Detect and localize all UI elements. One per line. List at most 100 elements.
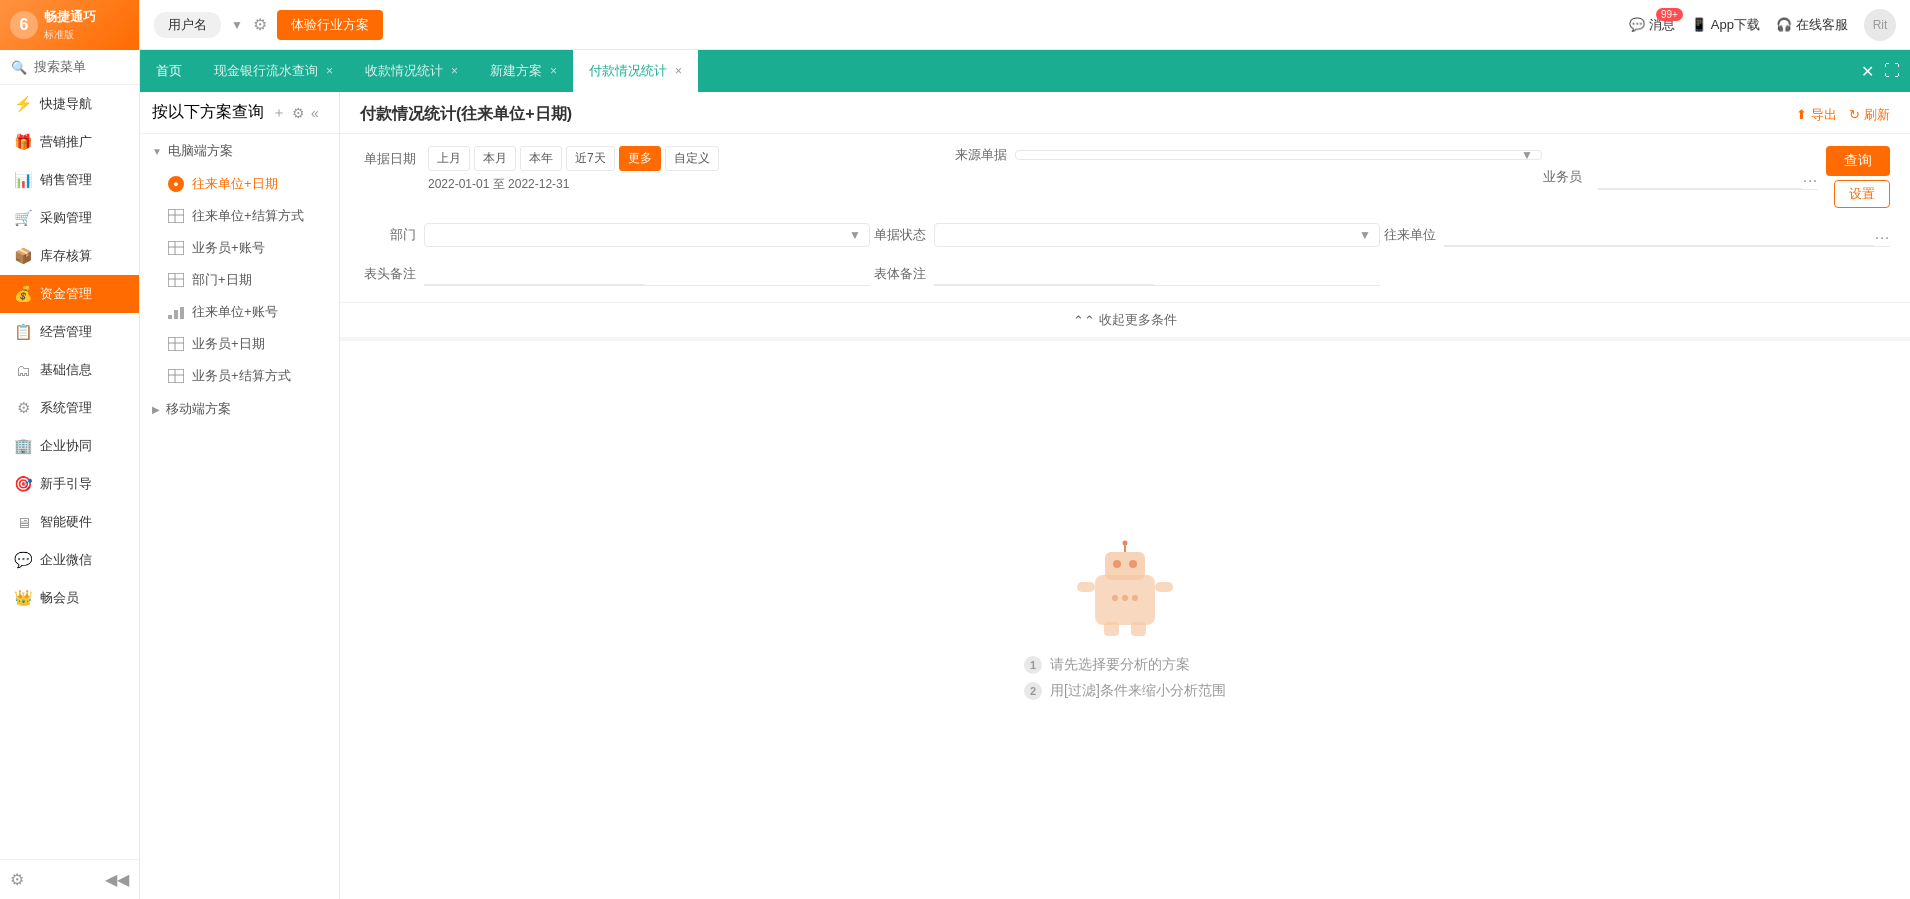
scheme-item-staff-settle[interactable]: 业务员+结算方式	[140, 360, 339, 392]
dept-select-arrow: ▼	[849, 228, 861, 242]
tab-close-new-scheme[interactable]: ×	[550, 64, 557, 78]
desktop-group-arrow: ▼	[152, 146, 162, 157]
topbar-dropdown-arrow[interactable]: ▼	[231, 18, 243, 32]
sidebar-item-sales[interactable]: 📊 销售管理	[0, 161, 139, 199]
scheme-item-partner-settle[interactable]: 往来单位+结算方式	[140, 200, 339, 232]
scheme-item-partner-account[interactable]: 往来单位+账号	[140, 296, 339, 328]
svg-rect-3	[168, 241, 184, 255]
left-panel-title: 按以下方案查询	[152, 102, 264, 123]
tab-close-payment-stats[interactable]: ×	[675, 64, 682, 78]
sidebar-item-hardware[interactable]: 🖥 智能硬件	[0, 503, 139, 541]
tab-payment-stats[interactable]: 付款情况统计 ×	[573, 50, 698, 92]
mobile-scheme-group-header[interactable]: ▶ 移动端方案	[140, 392, 339, 426]
query-area: 查询 设置	[1826, 146, 1890, 208]
export-label: 导出	[1811, 106, 1837, 124]
tab-cash-flow[interactable]: 现金银行流水查询 ×	[198, 50, 349, 92]
query-btn[interactable]: 查询	[1826, 146, 1890, 176]
scheme-item-partner-date[interactable]: ● 往来单位+日期	[140, 168, 339, 200]
partner-more-icon[interactable]: …	[1874, 225, 1890, 243]
svg-rect-19	[1105, 552, 1145, 580]
scheme-item-staff-date[interactable]: 业务员+日期	[140, 328, 339, 360]
header-note-label: 表头备注	[360, 265, 416, 283]
sidebar-item-label: 资金管理	[40, 285, 92, 303]
header-note-input-wrap	[424, 261, 870, 286]
left-panel-header: 按以下方案查询 ＋ ⚙ «	[140, 92, 339, 134]
trial-btn[interactable]: 体验行业方案	[277, 10, 383, 40]
settings-btn[interactable]: 设置	[1834, 180, 1890, 208]
topbar-avatar[interactable]: Rit	[1864, 9, 1896, 41]
topbar-message[interactable]: 💬 消息 99+	[1629, 16, 1675, 34]
dept-select-wrap: ▼	[424, 223, 870, 247]
collapse-left-panel-btn[interactable]: «	[311, 105, 319, 121]
tabs-close-icon[interactable]: ✕	[1861, 62, 1874, 81]
settings-scheme-btn[interactable]: ⚙	[292, 105, 305, 121]
collapse-more-btn[interactable]: ⌃⌃ 收起更多条件	[340, 302, 1910, 337]
desktop-scheme-group: ▼ 电脑端方案 ● 往来单位+日期 往来单位+结算方式	[140, 134, 339, 392]
sidebar-item-system[interactable]: ⚙ 系统管理	[0, 389, 139, 427]
topbar-user[interactable]: 用户名	[154, 12, 221, 38]
date-btn-7days[interactable]: 近7天	[566, 146, 615, 171]
refresh-btn[interactable]: ↻ 刷新	[1849, 106, 1890, 124]
svg-rect-0	[168, 209, 184, 223]
collapse-sidebar-icon[interactable]: ◀◀	[105, 870, 129, 889]
topbar-settings-icon[interactable]: ⚙	[253, 15, 267, 34]
left-panel-actions: ＋ ⚙ «	[272, 104, 319, 122]
date-btn-more[interactable]: 更多	[619, 146, 661, 171]
body-note-input[interactable]	[934, 261, 1154, 285]
sidebar-item-nav[interactable]: ⚡ 快捷导航	[0, 85, 139, 123]
svg-point-20	[1113, 560, 1121, 568]
topbar-app-download[interactable]: 📱 App下载	[1691, 16, 1760, 34]
sales-icon: 📊	[14, 171, 32, 189]
sidebar-item-inventory[interactable]: 📦 库存核算	[0, 237, 139, 275]
staff-input-wrap: …	[1598, 165, 1818, 190]
marketing-icon: 🎁	[14, 133, 32, 151]
sidebar-item-member[interactable]: 👑 畅会员	[0, 579, 139, 617]
page-actions: ⬆ 导出 ↻ 刷新	[1796, 106, 1890, 124]
sidebar-item-wechat[interactable]: 💬 企业微信	[0, 541, 139, 579]
tab-new-scheme-label: 新建方案	[490, 62, 542, 80]
scheme-item-staff-account[interactable]: 业务员+账号	[140, 232, 339, 264]
header-note-input[interactable]	[424, 261, 644, 285]
scheme-icon-chart	[168, 304, 184, 320]
scheme-item-label: 业务员+结算方式	[192, 367, 291, 385]
header-note-filter-cell: 表头备注	[360, 261, 870, 286]
sidebar-item-operations[interactable]: 📋 经营管理	[0, 313, 139, 351]
date-btn-last-month[interactable]: 上月	[428, 146, 470, 171]
date-btn-this-month[interactable]: 本月	[474, 146, 516, 171]
staff-input[interactable]	[1598, 165, 1802, 189]
tab-home[interactable]: 首页	[140, 50, 198, 92]
tabs-expand-icon[interactable]: ⛶	[1884, 62, 1900, 80]
scheme-item-dept-date[interactable]: 部门+日期	[140, 264, 339, 296]
svg-rect-15	[168, 369, 184, 383]
tab-close-receipt-stats[interactable]: ×	[451, 64, 458, 78]
sidebar-item-purchase[interactable]: 🛒 采购管理	[0, 199, 139, 237]
partner-input[interactable]	[1444, 222, 1874, 246]
sidebar-item-finance[interactable]: 💰 资金管理	[0, 275, 139, 313]
body-note-filter-cell: 表体备注	[870, 261, 1380, 286]
svg-rect-26	[1104, 622, 1119, 636]
add-scheme-btn[interactable]: ＋	[272, 104, 286, 122]
sidebar-item-search[interactable]: 🔍 搜索菜单	[0, 50, 139, 85]
sidebar-item-basic[interactable]: 🗂 基础信息	[0, 351, 139, 389]
topbar-service[interactable]: 🎧 在线客服	[1776, 16, 1848, 34]
staff-more-icon[interactable]: …	[1802, 168, 1818, 186]
export-btn[interactable]: ⬆ 导出	[1796, 106, 1837, 124]
tip-item-2: 2 用[过滤]条件来缩小分析范围	[1024, 682, 1226, 700]
staff-filter-label: 业务员	[1542, 168, 1582, 186]
sidebar-item-marketing[interactable]: 🎁 营销推广	[0, 123, 139, 161]
sidebar-item-label: 采购管理	[40, 209, 92, 227]
date-btn-this-year[interactable]: 本年	[520, 146, 562, 171]
desktop-scheme-group-header[interactable]: ▼ 电脑端方案	[140, 134, 339, 168]
tab-new-scheme[interactable]: 新建方案 ×	[474, 50, 573, 92]
date-btn-custom[interactable]: 自定义	[665, 146, 719, 171]
topbar-right: 💬 消息 99+ 📱 App下载 🎧 在线客服 Rit	[1629, 9, 1896, 41]
sidebar-item-guide[interactable]: 🎯 新手引导	[0, 465, 139, 503]
main-content: 用户名 ▼ ⚙ 体验行业方案 💬 消息 99+ 📱 App下载 🎧 在线客服 R…	[140, 0, 1910, 899]
tab-close-cash-flow[interactable]: ×	[326, 64, 333, 78]
sidebar-item-label: 搜索菜单	[34, 58, 86, 76]
sidebar-item-collab[interactable]: 🏢 企业协同	[0, 427, 139, 465]
sidebar-header: 6 畅捷通巧 标准版	[0, 0, 139, 50]
settings-icon[interactable]: ⚙	[10, 870, 24, 889]
tab-receipt-stats[interactable]: 收款情况统计 ×	[349, 50, 474, 92]
operations-icon: 📋	[14, 323, 32, 341]
